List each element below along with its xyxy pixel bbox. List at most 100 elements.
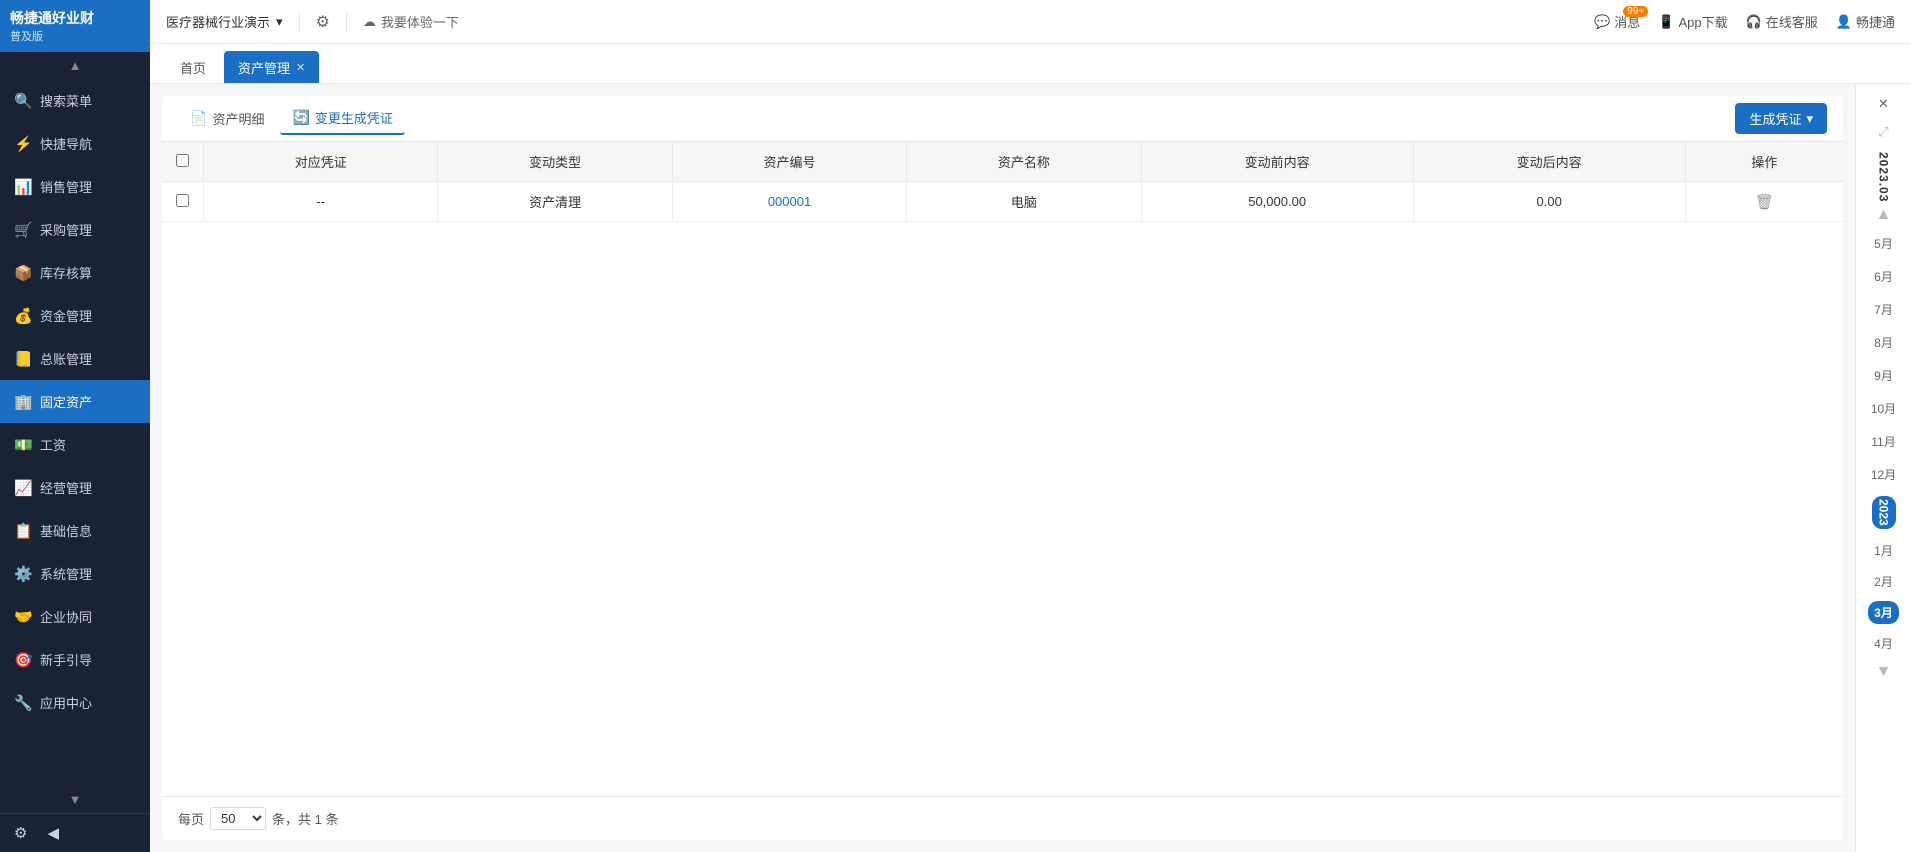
sidebar-label-search: 搜索菜单 xyxy=(40,91,92,110)
ledger-icon: 📒 xyxy=(14,350,32,368)
month-label: 7月 xyxy=(1868,298,1899,321)
company-selector[interactable]: 医疗器械行业演示 ▾ xyxy=(166,12,283,31)
settings-icon[interactable]: ⚙ xyxy=(14,824,27,842)
page-size-select[interactable]: 102050100 xyxy=(210,807,266,830)
experience-button[interactable]: ☁ 我要体验一下 xyxy=(363,12,459,31)
table-row: -- 资产清理 000001 电脑 50,000.00 0.00 🗑 xyxy=(162,182,1843,222)
timeline-month-item[interactable]: 4月 xyxy=(1856,628,1911,659)
messages-button[interactable]: 💬 消息 99+ xyxy=(1594,12,1640,31)
row-afterchange-0: 0.00 xyxy=(1413,182,1685,222)
fixedasset-icon: 🏢 xyxy=(14,393,32,411)
nav-up-arrow[interactable]: ▲ xyxy=(1872,202,1896,228)
timeline-month-item[interactable]: 7月 xyxy=(1865,294,1902,325)
tab-label-home: 首页 xyxy=(180,58,206,77)
month-label: 2月 xyxy=(1868,570,1899,593)
timeline-month-item[interactable]: 2月 xyxy=(1856,566,1911,597)
timeline-month-item[interactable]: 6月 xyxy=(1865,261,1902,292)
content-area: 📄 资产明细 🔄 变更生成凭证 生成凭证 ▾ xyxy=(150,84,1911,852)
collapse-icon[interactable]: ◀ xyxy=(47,824,59,842)
message-icon: 💬 xyxy=(1594,14,1610,30)
scroll-up-arrow[interactable]: ▲ xyxy=(0,52,150,79)
sidebar-item-inventory[interactable]: 📦库存核算 xyxy=(0,251,150,294)
sidebar-item-collab[interactable]: 🤝企业协同 xyxy=(0,595,150,638)
sidebar-item-purchase[interactable]: 🛒采购管理 xyxy=(0,208,150,251)
dropdown-arrow: ▾ xyxy=(1806,111,1813,127)
user-label: 畅捷通 xyxy=(1856,12,1895,31)
row-check-0[interactable] xyxy=(176,194,189,207)
panel-close-icon[interactable]: ✕ xyxy=(1874,92,1893,116)
sidebar-item-operation[interactable]: 📈经营管理 xyxy=(0,466,150,509)
sidebar-item-fixedasset[interactable]: 🏢 固定资产 xyxy=(0,380,150,423)
operation-icon: 📈 xyxy=(14,479,32,497)
delete-icon-0[interactable]: 🗑 xyxy=(1755,194,1774,211)
month-label: 10月 xyxy=(1865,397,1902,420)
sidebar-item-finance[interactable]: 💰资金管理 xyxy=(0,294,150,337)
sidebar-item-sales[interactable]: 📊销售管理 xyxy=(0,165,150,208)
timeline-month-item[interactable]: 3月 xyxy=(1856,597,1911,628)
sidebar-label-fixedasset: 固定资产 xyxy=(40,392,92,411)
sidebar-item-payroll[interactable]: 💵工资 xyxy=(0,423,150,466)
subtab-assetlist[interactable]: 📄 资产明细 xyxy=(178,103,276,134)
month-label: 4月 xyxy=(1868,632,1899,655)
sidebar-label-purchase: 采购管理 xyxy=(40,220,92,239)
generate-voucher-button[interactable]: 生成凭证 ▾ xyxy=(1735,103,1827,134)
sidebar-item-basicinfo[interactable]: 📋基础信息 xyxy=(0,509,150,552)
month-label: 11月 xyxy=(1865,430,1901,453)
sidebar-item-quicknav[interactable]: ⚡快捷导航 xyxy=(0,122,150,165)
subtab-assetlist-label: 资产明细 xyxy=(212,109,264,128)
row-assetno-0: 000001 xyxy=(672,182,906,222)
sidebar-label-inventory: 库存核算 xyxy=(40,263,92,282)
timeline-month-item[interactable]: 9月 xyxy=(1865,360,1902,391)
th-beforechange: 变动前内容 xyxy=(1141,142,1413,182)
sidebar-item-sysadmin[interactable]: ⚙️系统管理 xyxy=(0,552,150,595)
pagination: 每页 102050100 条，共 1 条 xyxy=(162,796,1843,840)
online-support-button[interactable]: 🎧 在线客服 xyxy=(1746,12,1818,31)
month-label: 3月 xyxy=(1868,601,1899,624)
timeline-month-item[interactable]: 1月 xyxy=(1856,535,1911,566)
month-label: 8月 xyxy=(1868,331,1899,354)
sidebar-item-appcenter[interactable]: 🔧应用中心 xyxy=(0,681,150,724)
current-year-label: 2023 xyxy=(1872,496,1896,529)
guide-icon: 🎯 xyxy=(14,651,32,669)
timeline-month-item[interactable]: 12月 xyxy=(1865,459,1902,490)
finance-icon: 💰 xyxy=(14,307,32,325)
sidebar-label-sales: 销售管理 xyxy=(40,177,92,196)
row-action-0: 🗑 xyxy=(1685,182,1843,222)
sysadmin-icon: ⚙️ xyxy=(14,565,32,583)
th-voucher: 对应凭证 xyxy=(204,142,438,182)
th-assetname: 资产名称 xyxy=(907,142,1141,182)
month-label: 6月 xyxy=(1868,265,1899,288)
timeline-month-item[interactable]: 10月 xyxy=(1865,393,1902,424)
user-menu[interactable]: 👤 畅捷通 xyxy=(1836,12,1895,31)
tab-home[interactable]: 首页 xyxy=(166,51,220,83)
online-support-label: 在线客服 xyxy=(1766,12,1818,31)
tab-close-asset[interactable]: ✕ xyxy=(296,61,305,74)
sidebar-item-ledger[interactable]: 📒 总账管理 xyxy=(0,337,150,380)
gear-icon[interactable]: ⚙ xyxy=(316,12,330,32)
timeline-year-label: 2023.03 xyxy=(1877,152,1891,202)
sidebar-label-payroll: 工资 xyxy=(40,435,66,454)
tab-asset[interactable]: 资产管理✕ xyxy=(224,51,319,83)
scroll-down-arrow[interactable]: ▼ xyxy=(0,786,150,813)
experience-label: 我要体验一下 xyxy=(381,12,459,31)
select-all-checkbox[interactable] xyxy=(176,154,189,167)
app-download-button[interactable]: 📱 App下载 xyxy=(1658,12,1727,31)
total-label: 条，共 1 条 xyxy=(272,809,338,828)
sidebar-label-ledger: 总账管理 xyxy=(40,349,92,368)
messages-badge: 99+ xyxy=(1623,6,1648,17)
topbar: 医疗器械行业演示 ▾ ⚙ ☁ 我要体验一下 💬 消息 99+ 📱 App下载 🎧… xyxy=(150,0,1911,44)
timeline-month-item[interactable]: 8月 xyxy=(1865,327,1902,358)
sidebar-bottom: ⚙ ◀ xyxy=(0,813,150,852)
sidebar-item-search[interactable]: 🔍搜索菜单 xyxy=(0,79,150,122)
sidebar-nav: 🔍搜索菜单⚡快捷导航📊销售管理🛒采购管理📦库存核算💰资金管理 📒 总账管理 🏢 固定资产… xyxy=(0,79,150,786)
table-header-row: 对应凭证 变动类型 资产编号 资产名称 变动前内容 变动后内容 操作 xyxy=(162,142,1843,182)
timeline-before-group: 5月 6月 7月 8月 9月 10月 11月 12月 xyxy=(1865,228,1902,490)
th-checkbox xyxy=(162,142,204,182)
panel-expand-icon[interactable]: ⤢ xyxy=(1874,120,1892,144)
sidebar-item-guide[interactable]: 🎯新手引导 xyxy=(0,638,150,681)
timeline-month-item[interactable]: 5月 xyxy=(1865,228,1902,259)
subtab-changegenerate[interactable]: 🔄 变更生成凭证 xyxy=(280,102,404,135)
th-assetno: 资产编号 xyxy=(672,142,906,182)
timeline-month-item[interactable]: 11月 xyxy=(1865,426,1902,457)
nav-down-arrow[interactable]: ▼ xyxy=(1872,659,1896,685)
